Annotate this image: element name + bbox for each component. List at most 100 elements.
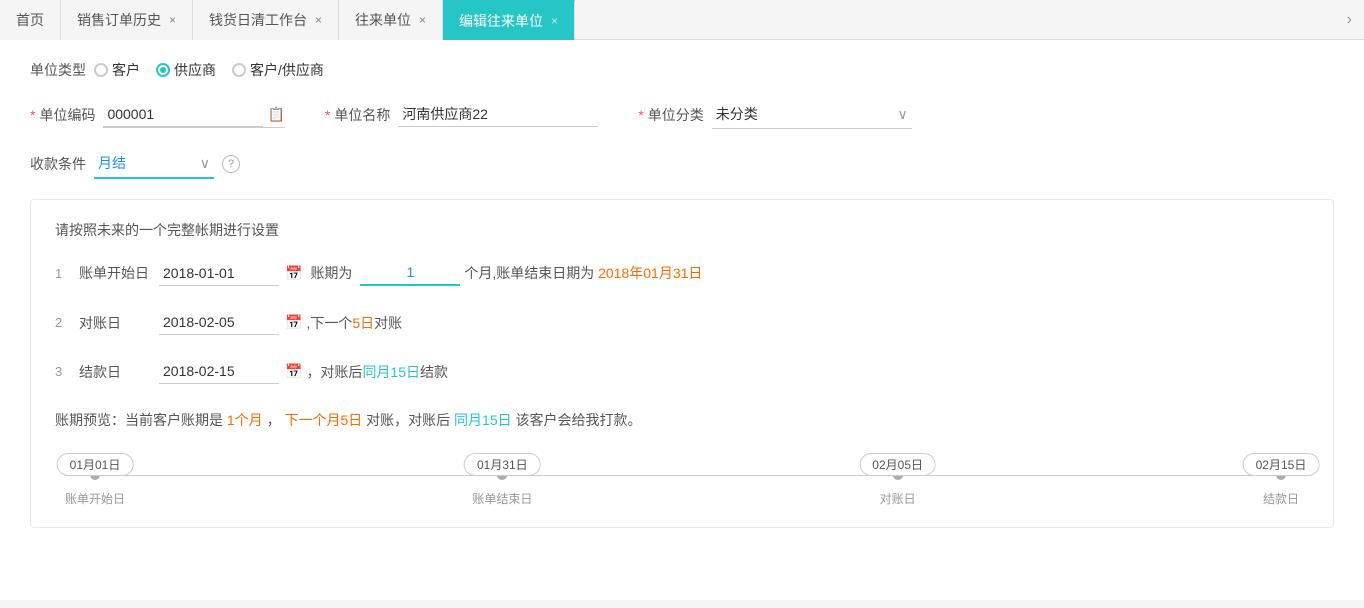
tab-sales-history[interactable]: 销售订单历史 × bbox=[61, 0, 193, 40]
pay-day-highlight: 同月15日 bbox=[362, 362, 420, 382]
radio-both-circle bbox=[232, 63, 246, 77]
recon-suffix-post: 对账 bbox=[374, 313, 402, 333]
timeline-label-3: 结款日 bbox=[1263, 490, 1299, 507]
unit-code-input[interactable] bbox=[103, 102, 263, 127]
radio-both[interactable]: 客户/供应商 bbox=[232, 60, 324, 80]
preview-suffix: 该客户会给我打款。 bbox=[516, 412, 642, 428]
unit-name-required: * bbox=[325, 107, 330, 123]
radio-customer[interactable]: 客户 bbox=[94, 60, 140, 80]
tab-partner[interactable]: 往来单位 × bbox=[339, 0, 443, 40]
tab-cash-work[interactable]: 钱货日清工作台 × bbox=[193, 0, 339, 40]
timeline-badge-1: 01月31日 bbox=[464, 453, 541, 476]
radio-supplier-circle bbox=[156, 63, 170, 77]
tab-more-button[interactable]: › bbox=[1335, 11, 1364, 29]
unit-category-required: * bbox=[638, 107, 643, 123]
timeline-label-1: 账单结束日 bbox=[472, 490, 532, 507]
payment-condition-label: 收款条件 bbox=[30, 154, 86, 174]
tab-edit-partner-label: 编辑往来单位 bbox=[459, 11, 543, 31]
row-num-1: 1 bbox=[55, 266, 79, 281]
unit-category-value: 未分类 bbox=[716, 104, 894, 124]
tab-home-label: 首页 bbox=[16, 10, 44, 30]
tab-edit-partner[interactable]: 编辑往来单位 × bbox=[443, 0, 575, 40]
period-label: 账期为 bbox=[310, 263, 352, 283]
preview-mid2: 对账，对账后 bbox=[366, 412, 450, 428]
tab-sales-history-close[interactable]: × bbox=[169, 13, 176, 27]
unit-category-select[interactable]: 未分类 ∨ bbox=[712, 100, 912, 129]
preview-part2: 下一个月5日 bbox=[284, 412, 362, 428]
period-value-input[interactable] bbox=[360, 260, 460, 286]
setting-row-1: 1 账单开始日 📅 账期为 个月,账单结束日期为 2018年01月31日 bbox=[55, 260, 1309, 286]
recon-date-calendar-icon[interactable]: 📅 bbox=[285, 314, 302, 331]
radio-customer-circle bbox=[94, 63, 108, 77]
timeline-point-0: 01月01日 账单开始日 bbox=[65, 453, 125, 507]
unit-code-label: 单位编码 bbox=[39, 105, 95, 125]
timeline-container: 01月01日 账单开始日 01月31日 账单结束日 02月05日 对账日 bbox=[65, 453, 1299, 507]
timeline-label-2: 对账日 bbox=[880, 490, 916, 507]
recon-day-highlight: 5日 bbox=[352, 313, 374, 333]
unit-type-label: 单位类型 bbox=[30, 60, 86, 80]
start-date-input[interactable] bbox=[159, 261, 279, 286]
date-input-wrap-2: 📅 bbox=[159, 310, 302, 335]
radio-supplier[interactable]: 供应商 bbox=[156, 60, 216, 80]
recon-date-input[interactable] bbox=[159, 310, 279, 335]
unit-name-input[interactable] bbox=[398, 102, 598, 127]
preview-part1: 1个月 bbox=[227, 412, 263, 428]
tab-sales-history-label: 销售订单历史 bbox=[77, 10, 161, 30]
setting-row-2: 2 对账日 📅 ,下一个5日对账 bbox=[55, 310, 1309, 335]
tab-partner-label: 往来单位 bbox=[355, 10, 411, 30]
tab-cash-work-label: 钱货日清工作台 bbox=[209, 10, 307, 30]
payment-condition-group: 收款条件 月结 ∨ ? bbox=[30, 149, 240, 179]
timeline-badge-3: 02月15日 bbox=[1243, 453, 1320, 476]
unit-type-group: 单位类型 客户 供应商 客户/供应商 bbox=[30, 60, 324, 80]
unit-name-label: 单位名称 bbox=[334, 105, 390, 125]
tab-cash-work-close[interactable]: × bbox=[315, 13, 322, 27]
unit-code-copy-icon[interactable]: 📋 bbox=[267, 106, 284, 123]
row-title-1: 账单开始日 bbox=[79, 263, 159, 283]
recon-suffix-pre: ,下一个 bbox=[306, 313, 352, 333]
row-num-2: 2 bbox=[55, 315, 79, 330]
timeline-badge-2: 02月05日 bbox=[859, 453, 936, 476]
unit-name-group: * 单位名称 bbox=[325, 102, 598, 127]
payment-condition-arrow-icon: ∨ bbox=[200, 155, 210, 172]
payment-condition-select[interactable]: 月结 ∨ bbox=[94, 149, 214, 179]
unit-category-label: 单位分类 bbox=[648, 105, 704, 125]
unit-code-input-wrap: 📋 bbox=[103, 102, 284, 128]
timeline-line bbox=[65, 475, 1299, 476]
section-description: 请按照未来的一个完整帐期进行设置 bbox=[55, 220, 1309, 240]
payment-condition-row: 收款条件 月结 ∨ ? bbox=[30, 149, 1334, 179]
row-num-3: 3 bbox=[55, 364, 79, 379]
unit-code-required: * bbox=[30, 107, 35, 123]
preview-prefix: 账期预览：当前客户账期是 bbox=[55, 412, 223, 428]
row-title-3: 结款日 bbox=[79, 362, 159, 382]
date-input-wrap-1: 📅 bbox=[159, 261, 302, 286]
code-name-row: * 单位编码 📋 * 单位名称 * 单位分类 未分类 ∨ bbox=[30, 100, 1334, 129]
period-suffix: 个月,账单结束日期为 bbox=[460, 263, 598, 283]
tab-bar: 首页 销售订单历史 × 钱货日清工作台 × 往来单位 × 编辑往来单位 × › bbox=[0, 0, 1364, 40]
pay-suffix-pre: ，对账后 bbox=[306, 362, 362, 382]
preview-mid1: ， bbox=[267, 412, 281, 428]
preview-section: 账期预览：当前客户账期是 1个月 ， 下一个月5日 对账，对账后 同月15日 该… bbox=[55, 408, 1309, 433]
preview-part3: 同月15日 bbox=[454, 412, 512, 428]
unit-category-group: * 单位分类 未分类 ∨ bbox=[638, 100, 911, 129]
timeline-badge-0: 01月01日 bbox=[57, 453, 134, 476]
pay-date-calendar-icon[interactable]: 📅 bbox=[285, 363, 302, 380]
payment-condition-value: 月结 bbox=[98, 153, 196, 173]
period-settings-section: 请按照未来的一个完整帐期进行设置 1 账单开始日 📅 账期为 个月,账单结束日期… bbox=[30, 199, 1334, 528]
timeline-label-0: 账单开始日 bbox=[65, 490, 125, 507]
tab-edit-partner-close[interactable]: × bbox=[551, 14, 558, 28]
pay-suffix-post: 结款 bbox=[420, 362, 448, 382]
tab-partner-close[interactable]: × bbox=[419, 13, 426, 27]
radio-customer-label: 客户 bbox=[112, 60, 140, 80]
unit-category-arrow-icon: ∨ bbox=[898, 106, 908, 123]
payment-help-icon[interactable]: ? bbox=[222, 155, 240, 173]
date-input-wrap-3: 📅 bbox=[159, 359, 302, 384]
unit-code-group: * 单位编码 📋 bbox=[30, 102, 285, 128]
timeline-point-3: 02月15日 结款日 bbox=[1263, 453, 1299, 507]
start-date-calendar-icon[interactable]: 📅 bbox=[285, 265, 302, 282]
main-content: 单位类型 客户 供应商 客户/供应商 * 单位编码 bbox=[0, 40, 1364, 600]
pay-date-input[interactable] bbox=[159, 359, 279, 384]
period-end-date: 2018年01月31日 bbox=[598, 263, 702, 283]
tab-home[interactable]: 首页 bbox=[0, 0, 61, 40]
radio-both-label: 客户/供应商 bbox=[250, 60, 324, 80]
unit-type-radio-group: 客户 供应商 客户/供应商 bbox=[94, 60, 324, 80]
